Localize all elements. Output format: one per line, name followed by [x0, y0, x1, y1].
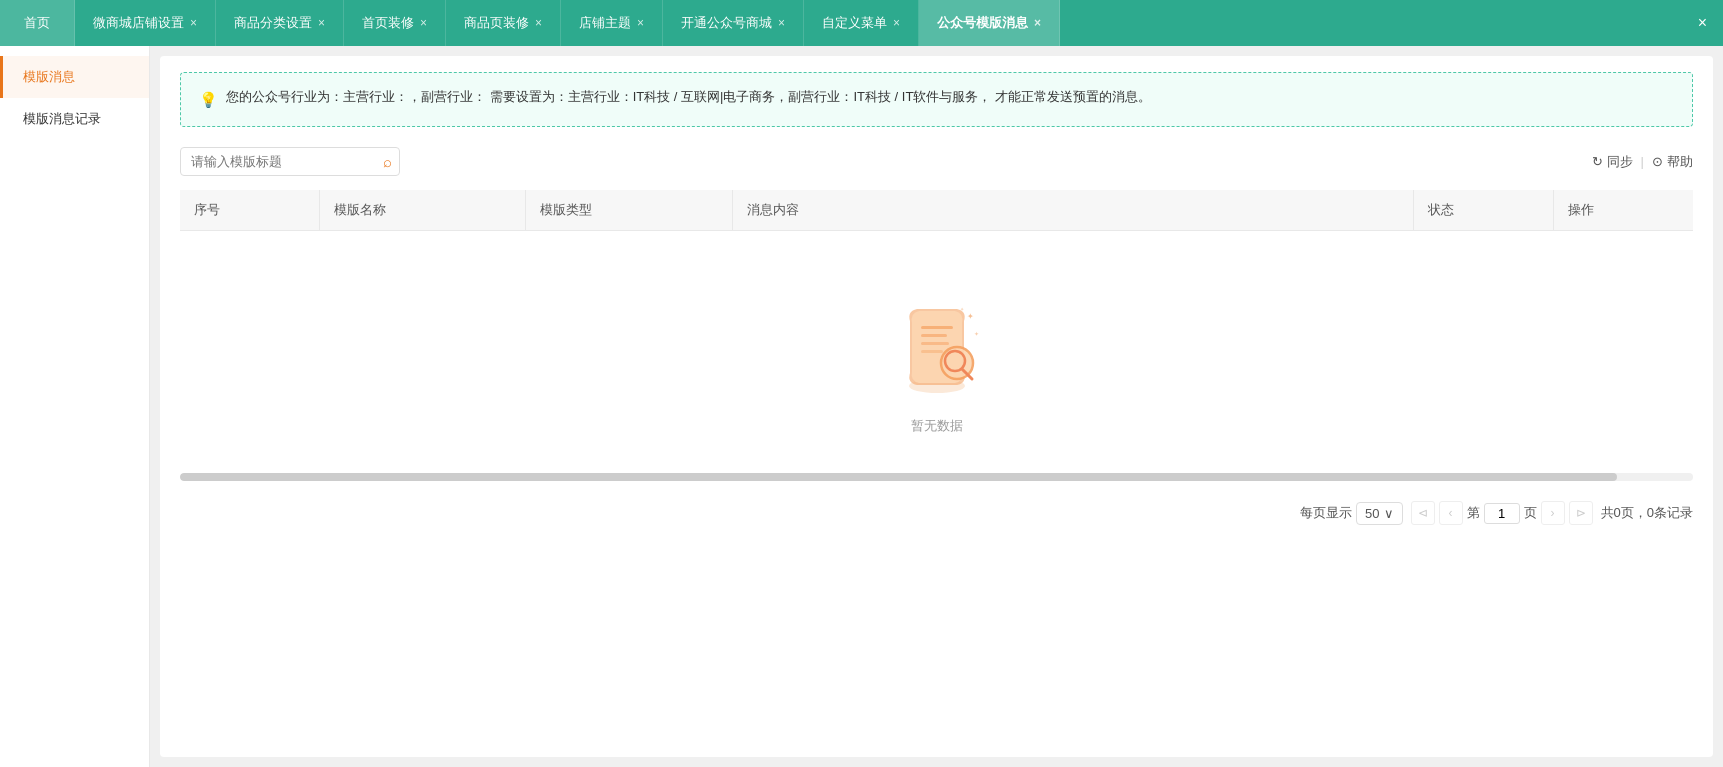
empty-text: 暂无数据	[911, 417, 963, 435]
search-bar: ⌕ ↻ 同步 | ⊙ 帮助	[180, 147, 1693, 176]
tab-wechat-shop[interactable]: 微商城店铺设置 ×	[75, 0, 216, 46]
col-status: 状态	[1413, 190, 1553, 231]
close-homepage-decoration[interactable]: ×	[420, 16, 427, 30]
tab-product-category[interactable]: 商品分类设置 ×	[216, 0, 344, 46]
search-input-wrap: ⌕	[180, 147, 400, 176]
notice-icon: 💡	[199, 88, 218, 112]
tab-home[interactable]: 首页	[0, 0, 75, 46]
page-input[interactable]	[1484, 503, 1520, 524]
tab-product-category-label: 商品分类设置	[234, 14, 312, 32]
search-input[interactable]	[180, 147, 400, 176]
search-left: ⌕	[180, 147, 400, 176]
svg-text:✦: ✦	[960, 306, 964, 312]
search-right: ↻ 同步 | ⊙ 帮助	[1592, 153, 1693, 171]
col-type: 模版类型	[526, 190, 733, 231]
tab-home-label: 首页	[24, 14, 50, 32]
close-shop-theme[interactable]: ×	[637, 16, 644, 30]
close-product-decoration[interactable]: ×	[535, 16, 542, 30]
tab-template-message-label: 公众号模版消息	[937, 14, 1028, 32]
notice-highlight: 需要设置为：主营行业：IT科技 / 互联网|电子商务，副营行业：IT科技 / I…	[490, 89, 992, 104]
main-layout: 模版消息 模版消息记录 💡 您的公众号行业为：主营行业：，副营行业： 需要设置为…	[0, 46, 1723, 767]
divider: |	[1641, 154, 1644, 169]
tab-template-message[interactable]: 公众号模版消息 ×	[919, 0, 1060, 46]
tab-custom-menu-label: 自定义菜单	[822, 14, 887, 32]
help-label: 帮助	[1667, 153, 1693, 171]
tab-homepage-decoration[interactable]: 首页装修 ×	[344, 0, 446, 46]
page-unit: 页	[1524, 504, 1537, 522]
empty-state: ✦ ✦ ✦ 暂无数据	[180, 231, 1693, 465]
page-nav: ⊲ ‹ 第 页 › ⊳	[1411, 501, 1593, 525]
page-total: 共0页，0条记录	[1601, 504, 1693, 522]
close-product-category[interactable]: ×	[318, 16, 325, 30]
close-open-wechat-mall[interactable]: ×	[778, 16, 785, 30]
table-wrap: 序号 模版名称 模版类型 消息内容 状态	[180, 190, 1693, 489]
sidebar-item-template-message[interactable]: 模版消息	[0, 56, 149, 98]
sync-icon: ↻	[1592, 154, 1603, 169]
help-icon: ⊙	[1652, 154, 1663, 169]
svg-text:✦: ✦	[974, 331, 979, 337]
page-size-dropdown[interactable]: 50 ∨	[1356, 502, 1402, 525]
page-size-select: 每页显示 50 ∨	[1300, 502, 1402, 525]
content-area: 💡 您的公众号行业为：主营行业：，副营行业： 需要设置为：主营行业：IT科技 /…	[160, 56, 1713, 757]
sidebar-item-template-log[interactable]: 模版消息记录	[0, 98, 149, 140]
svg-rect-3	[921, 342, 949, 345]
search-icon[interactable]: ⌕	[383, 153, 392, 170]
notice-after: 才能正常发送预置的消息。	[995, 89, 1151, 104]
svg-rect-4	[921, 350, 943, 353]
tab-open-wechat-mall-label: 开通公众号商城	[681, 14, 772, 32]
data-table: 序号 模版名称 模版类型 消息内容 状态	[180, 190, 1693, 231]
close-custom-menu[interactable]: ×	[893, 16, 900, 30]
pagination: 每页显示 50 ∨ ⊲ ‹ 第 页 › ⊳ 共0页，0条记录	[180, 489, 1693, 529]
empty-icon: ✦ ✦ ✦	[882, 291, 992, 401]
svg-text:✦: ✦	[967, 312, 974, 321]
horizontal-scrollbar[interactable]	[180, 473, 1693, 481]
prev-page-button[interactable]: ‹	[1439, 501, 1463, 525]
help-button[interactable]: ⊙ 帮助	[1652, 153, 1693, 171]
notice-before: 您的公众号行业为：主营行业：，副营行业：	[226, 89, 486, 104]
col-name: 模版名称	[319, 190, 526, 231]
close-all-button[interactable]: ×	[1682, 0, 1723, 46]
page-size-label: 每页显示	[1300, 504, 1352, 522]
page-size-chevron-icon: ∨	[1384, 506, 1394, 521]
close-wechat-shop[interactable]: ×	[190, 16, 197, 30]
close-template-message[interactable]: ×	[1034, 16, 1041, 30]
sidebar-item-template-log-label: 模版消息记录	[23, 111, 101, 126]
tab-wechat-shop-label: 微商城店铺设置	[93, 14, 184, 32]
page-label: 第	[1467, 504, 1480, 522]
tab-open-wechat-mall[interactable]: 开通公众号商城 ×	[663, 0, 804, 46]
last-page-button[interactable]: ⊳	[1569, 501, 1593, 525]
notice-box: 💡 您的公众号行业为：主营行业：，副营行业： 需要设置为：主营行业：IT科技 /…	[180, 72, 1693, 127]
scrollbar-thumb[interactable]	[180, 473, 1617, 481]
top-nav: 首页 微商城店铺设置 × 商品分类设置 × 首页装修 × 商品页装修 × 店铺主…	[0, 0, 1723, 46]
next-page-button[interactable]: ›	[1541, 501, 1565, 525]
tab-product-decoration[interactable]: 商品页装修 ×	[446, 0, 561, 46]
sync-button[interactable]: ↻ 同步	[1592, 153, 1633, 171]
sidebar-item-template-message-label: 模版消息	[23, 69, 75, 84]
page-size-value: 50	[1365, 506, 1379, 521]
col-seq: 序号	[180, 190, 319, 231]
tab-product-decoration-label: 商品页装修	[464, 14, 529, 32]
first-page-button[interactable]: ⊲	[1411, 501, 1435, 525]
svg-rect-2	[921, 334, 947, 337]
col-content: 消息内容	[733, 190, 1414, 231]
sidebar: 模版消息 模版消息记录	[0, 46, 150, 767]
notice-text: 您的公众号行业为：主营行业：，副营行业： 需要设置为：主营行业：IT科技 / 互…	[226, 87, 1151, 108]
svg-rect-1	[921, 326, 953, 329]
close-all-icon: ×	[1698, 14, 1707, 32]
table-header-row: 序号 模版名称 模版类型 消息内容 状态	[180, 190, 1693, 231]
tab-homepage-decoration-label: 首页装修	[362, 14, 414, 32]
tab-shop-theme[interactable]: 店铺主题 ×	[561, 0, 663, 46]
tab-shop-theme-label: 店铺主题	[579, 14, 631, 32]
tab-custom-menu[interactable]: 自定义菜单 ×	[804, 0, 919, 46]
sync-label: 同步	[1607, 153, 1633, 171]
col-action: 操作	[1554, 190, 1693, 231]
